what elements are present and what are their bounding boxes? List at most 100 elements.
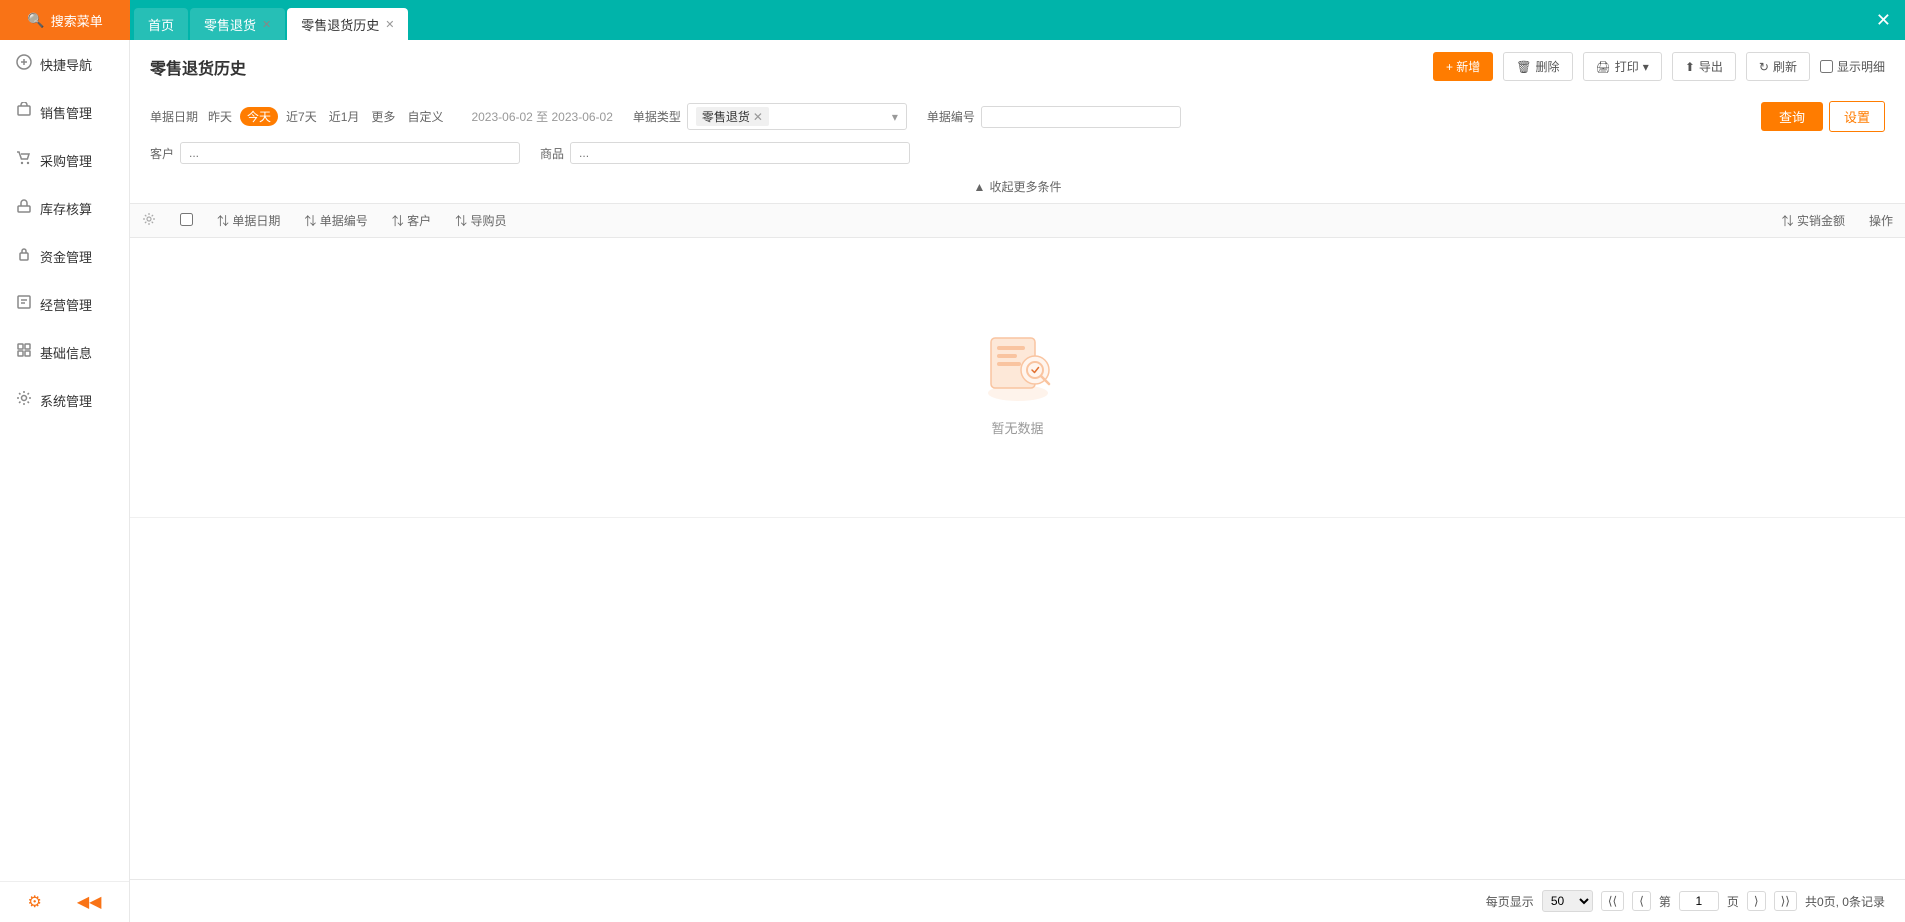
page-header: 零售退货历史 + 新增 🗑 删除 🖨 打印 ▾ ⬆ 导出 [130,40,1905,204]
last-page-button[interactable]: ⟩⟩ [1774,891,1797,911]
refresh-icon: ↻ [1759,60,1769,74]
next-page-button[interactable]: ⟩ [1747,891,1766,911]
page-suffix: 页 [1727,893,1739,910]
display-toggle-checkbox[interactable] [1820,60,1833,73]
select-all-checkbox[interactable] [180,213,193,226]
id-input[interactable] [981,106,1181,128]
sidebar-item-label-operation: 经营管理 [40,295,92,314]
sidebar-item-base[interactable]: 基础信息 [0,328,129,376]
sidebar-item-system[interactable]: 系统管理 [0,376,129,424]
filter-date-range: 2023-06-02 至 2023-06-02 [467,108,612,125]
export-icon: ⬆ [1685,60,1695,74]
per-page-select[interactable]: 50 10 20 100 [1542,890,1593,912]
settings-icon[interactable]: ⚙ [28,892,42,912]
sidebar-item-inventory[interactable]: 库存核算 [0,184,129,232]
query-button[interactable]: 查询 [1761,102,1823,131]
search-menu-button[interactable]: 🔍 搜索菜单 [0,0,130,40]
collapse-label: 收起更多条件 [989,178,1061,195]
date-7days[interactable]: 近7天 [282,107,321,126]
col-id: ⇅ 单据编号 [292,204,379,238]
window-close-button[interactable]: ✕ [1876,10,1891,31]
sort-icon-id: ⇅ [304,214,316,228]
finance-icon [16,246,32,266]
col-date: ⇅ 单据日期 [205,204,292,238]
filter-row-1: 单据日期 昨天 今天 近7天 近1月 更多 自定义 2023-06-02 至 2… [150,101,1885,132]
delete-button[interactable]: 🗑 删除 [1503,52,1572,81]
main-layout: 快捷导航 销售管理 采购管理 库存核算 资金管理 [0,40,1905,922]
col-customer: ⇅ 客户 [380,204,443,238]
col-spacer [519,204,1770,238]
date-filter-label: 单据日期 [150,108,198,125]
sidebar-item-operation[interactable]: 经营管理 [0,280,129,328]
date-range-text: 2023-06-02 至 2023-06-02 [471,108,612,125]
date-yesterday[interactable]: 昨天 [204,107,236,126]
sidebar-item-finance[interactable]: 资金管理 [0,232,129,280]
sidebar-item-quick-nav[interactable]: 快捷导航 [0,40,129,88]
inventory-icon [16,198,32,218]
sales-icon [16,102,32,122]
search-icon: 🔍 [27,12,44,29]
per-page-label: 每页显示 [1486,893,1534,910]
collapse-button[interactable]: ▲ 收起更多条件 [974,178,1062,195]
sidebar-item-label-base: 基础信息 [40,343,92,362]
date-today[interactable]: 今天 [240,107,278,126]
filter-row-2: 客户 商品 [150,142,1885,164]
customer-input[interactable] [180,142,520,164]
toolbar: + 新增 🗑 删除 🖨 打印 ▾ ⬆ 导出 ↻ [1433,52,1885,81]
export-button[interactable]: ⬆ 导出 [1672,52,1736,81]
customer-filter-label: 客户 [150,145,174,162]
goods-input[interactable] [570,142,910,164]
data-table: ⇅ 单据日期 ⇅ 单据编号 ⇅ 客户 ⇅ [130,204,1905,518]
table-wrapper: ⇅ 单据日期 ⇅ 单据编号 ⇅ 客户 ⇅ [130,204,1905,879]
print-button[interactable]: 🖨 打印 ▾ [1583,52,1662,81]
type-select-arrow: ▾ [892,110,898,124]
close-tab-retail-return-history[interactable]: ✕ [385,18,394,31]
col-id-label: 单据编号 [320,214,368,228]
system-icon [16,390,32,410]
display-toggle[interactable]: 显示明细 [1820,58,1885,75]
refresh-button[interactable]: ↻ 刷新 [1746,52,1810,81]
query-buttons: 查询 设置 [1761,101,1885,132]
page-header-top: 零售退货历史 + 新增 🗑 删除 🖨 打印 ▾ ⬆ 导出 [150,52,1885,91]
sidebar-item-label-purchase: 采购管理 [40,151,92,170]
date-1month[interactable]: 近1月 [325,107,364,126]
volume-icon[interactable]: ◀◀ [77,892,102,912]
sidebar-item-label-finance: 资金管理 [40,247,92,266]
sidebar-item-sales[interactable]: 销售管理 [0,88,129,136]
filter-area: 单据日期 昨天 今天 近7天 近1月 更多 自定义 2023-06-02 至 2… [150,91,1885,203]
filter-customer: 客户 [150,142,520,164]
content-area: 零售退货历史 + 新增 🗑 删除 🖨 打印 ▾ ⬆ 导出 [130,40,1905,922]
col-amount-label: 实销金额 [1797,214,1845,228]
date-custom[interactable]: 自定义 [403,107,447,126]
tab-retail-return[interactable]: 零售退货 ✕ [190,8,285,40]
tab-home[interactable]: 首页 [134,8,188,40]
add-button[interactable]: + 新增 [1433,52,1493,81]
type-tag-remove[interactable]: ✕ [753,110,763,124]
settings-filter-button[interactable]: 设置 [1829,101,1885,132]
sidebar-item-label-sales: 销售管理 [40,103,92,122]
page-input[interactable] [1679,891,1719,911]
operation-icon [16,294,32,314]
col-amount: ⇅ 实销金额 [1770,204,1857,238]
first-page-button[interactable]: ⟨⟨ [1601,891,1624,911]
sort-icon-amount: ⇅ [1782,214,1794,228]
sidebar-item-label-quick-nav: 快捷导航 [40,55,92,74]
search-menu-label: 搜索菜单 [51,11,103,30]
date-more[interactable]: 更多 [367,107,399,126]
print-icon: 🖨 [1596,60,1611,74]
tab-retail-return-history[interactable]: 零售退货历史 ✕ [287,8,408,40]
collapse-row: ▲ 收起更多条件 [150,174,1885,203]
id-filter-label: 单据编号 [927,108,975,125]
close-tab-retail-return[interactable]: ✕ [262,18,271,31]
total-text: 共0页, 0条记录 [1805,893,1885,910]
sidebar-item-purchase[interactable]: 采购管理 [0,136,129,184]
filter-id: 单据编号 [927,106,1181,128]
page-label: 第 [1659,893,1671,910]
type-select[interactable]: 零售退货 ✕ ▾ [687,103,907,130]
sidebar-item-label-inventory: 库存核算 [40,199,92,218]
col-checkbox [168,204,205,238]
prev-page-button[interactable]: ⟨ [1632,891,1651,911]
col-guide-label: 导购员 [470,214,506,228]
col-settings [130,204,168,238]
sidebar-bottom: ⚙ ◀◀ [0,881,129,922]
